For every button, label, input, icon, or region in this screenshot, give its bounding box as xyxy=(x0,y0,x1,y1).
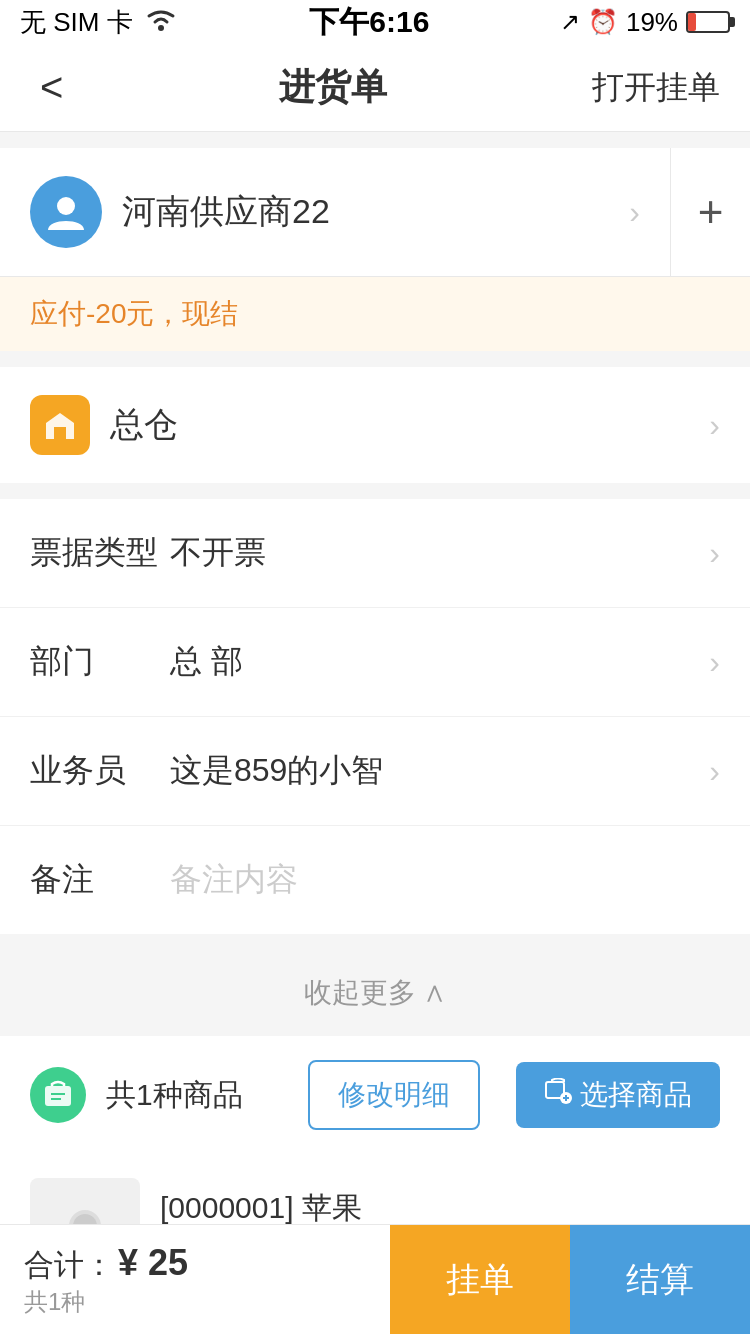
total-label: 合计： xyxy=(24,1245,114,1286)
supplier-avatar xyxy=(30,176,102,248)
status-left: 无 SIM 卡 xyxy=(20,5,179,40)
product-name: [0000001] 苹果 xyxy=(160,1188,661,1229)
select-product-icon xyxy=(544,1078,572,1113)
nav-bar: < 进货单 打开挂单 xyxy=(0,44,750,132)
select-product-button[interactable]: 选择商品 xyxy=(516,1062,720,1128)
invoice-type-label: 票据类型 xyxy=(30,531,170,575)
total-amount: ¥ 25 xyxy=(118,1242,188,1284)
status-right: ↗ ⏰ 19% xyxy=(560,7,730,38)
alarm-icon: ⏰ xyxy=(588,8,618,36)
add-supplier-button[interactable]: + xyxy=(670,148,750,276)
remark-label: 备注 xyxy=(30,858,170,902)
svg-point-1 xyxy=(57,197,75,215)
battery-percent: 19% xyxy=(626,7,678,38)
bottom-bar: 合计： ¥ 25 共1种 挂单 结算 xyxy=(0,1224,750,1334)
supplier-section: 河南供应商22 › + xyxy=(0,148,750,277)
form-row-invoice-type[interactable]: 票据类型 不开票 › xyxy=(0,499,750,608)
wifi-icon xyxy=(143,6,179,39)
hang-button[interactable]: 挂单 xyxy=(390,1225,570,1334)
alert-banner: 应付-20元，现结 xyxy=(0,277,750,351)
select-product-label: 选择商品 xyxy=(580,1076,692,1114)
collapse-bar[interactable]: 收起更多 ∧ xyxy=(0,950,750,1036)
warehouse-icon xyxy=(30,395,90,455)
remark-placeholder: 备注内容 xyxy=(170,858,720,902)
back-button[interactable]: < xyxy=(30,55,73,120)
form-section: 票据类型 不开票 › 部门 总 部 › 业务员 这是859的小智 › 备注 备注… xyxy=(0,499,750,934)
supplier-row[interactable]: 河南供应商22 › xyxy=(0,148,670,276)
department-chevron-icon: › xyxy=(709,644,720,681)
department-label: 部门 xyxy=(30,640,170,684)
svg-rect-2 xyxy=(54,427,66,439)
sim-text: 无 SIM 卡 xyxy=(20,5,133,40)
product-title: 苹果 xyxy=(302,1191,362,1224)
invoice-type-value: 不开票 xyxy=(170,531,709,575)
supplier-name: 河南供应商22 xyxy=(122,189,609,235)
collapse-label: 收起更多 ∧ xyxy=(304,974,447,1012)
checkout-button[interactable]: 结算 xyxy=(570,1225,750,1334)
form-row-salesperson[interactable]: 业务员 这是859的小智 › xyxy=(0,717,750,826)
invoice-type-chevron-icon: › xyxy=(709,535,720,572)
form-row-department[interactable]: 部门 总 部 › xyxy=(0,608,750,717)
products-count: 共1种商品 xyxy=(106,1075,288,1116)
total-section: 合计： ¥ 25 共1种 xyxy=(0,1225,390,1334)
products-header: 共1种商品 修改明细 选择商品 xyxy=(0,1036,750,1154)
warehouse-name: 总仓 xyxy=(110,402,689,448)
separator-top xyxy=(0,132,750,148)
status-time: 下午6:16 xyxy=(309,2,429,43)
svg-point-0 xyxy=(158,25,164,31)
location-icon: ↗ xyxy=(560,8,580,36)
products-icon xyxy=(30,1067,86,1123)
salesperson-value: 这是859的小智 xyxy=(170,749,709,793)
department-value: 总 部 xyxy=(170,640,709,684)
edit-details-button[interactable]: 修改明细 xyxy=(308,1060,480,1130)
salesperson-chevron-icon: › xyxy=(709,753,720,790)
open-hang-button[interactable]: 打开挂单 xyxy=(592,66,720,110)
product-code: [0000001] xyxy=(160,1191,293,1224)
content: 河南供应商22 › + 应付-20元，现结 总仓 › 票据类型 不开票 › 部门… xyxy=(0,132,750,1334)
status-bar: 无 SIM 卡 下午6:16 ↗ ⏰ 19% xyxy=(0,0,750,44)
svg-rect-3 xyxy=(45,1086,71,1106)
form-row-remark[interactable]: 备注 备注内容 xyxy=(0,826,750,934)
battery-icon xyxy=(686,11,730,33)
supplier-chevron-icon: › xyxy=(629,194,640,231)
total-count: 共1种 xyxy=(24,1286,366,1318)
warehouse-section[interactable]: 总仓 › xyxy=(0,367,750,483)
warehouse-chevron-icon: › xyxy=(709,407,720,444)
salesperson-label: 业务员 xyxy=(30,749,170,793)
page-title: 进货单 xyxy=(279,63,387,112)
